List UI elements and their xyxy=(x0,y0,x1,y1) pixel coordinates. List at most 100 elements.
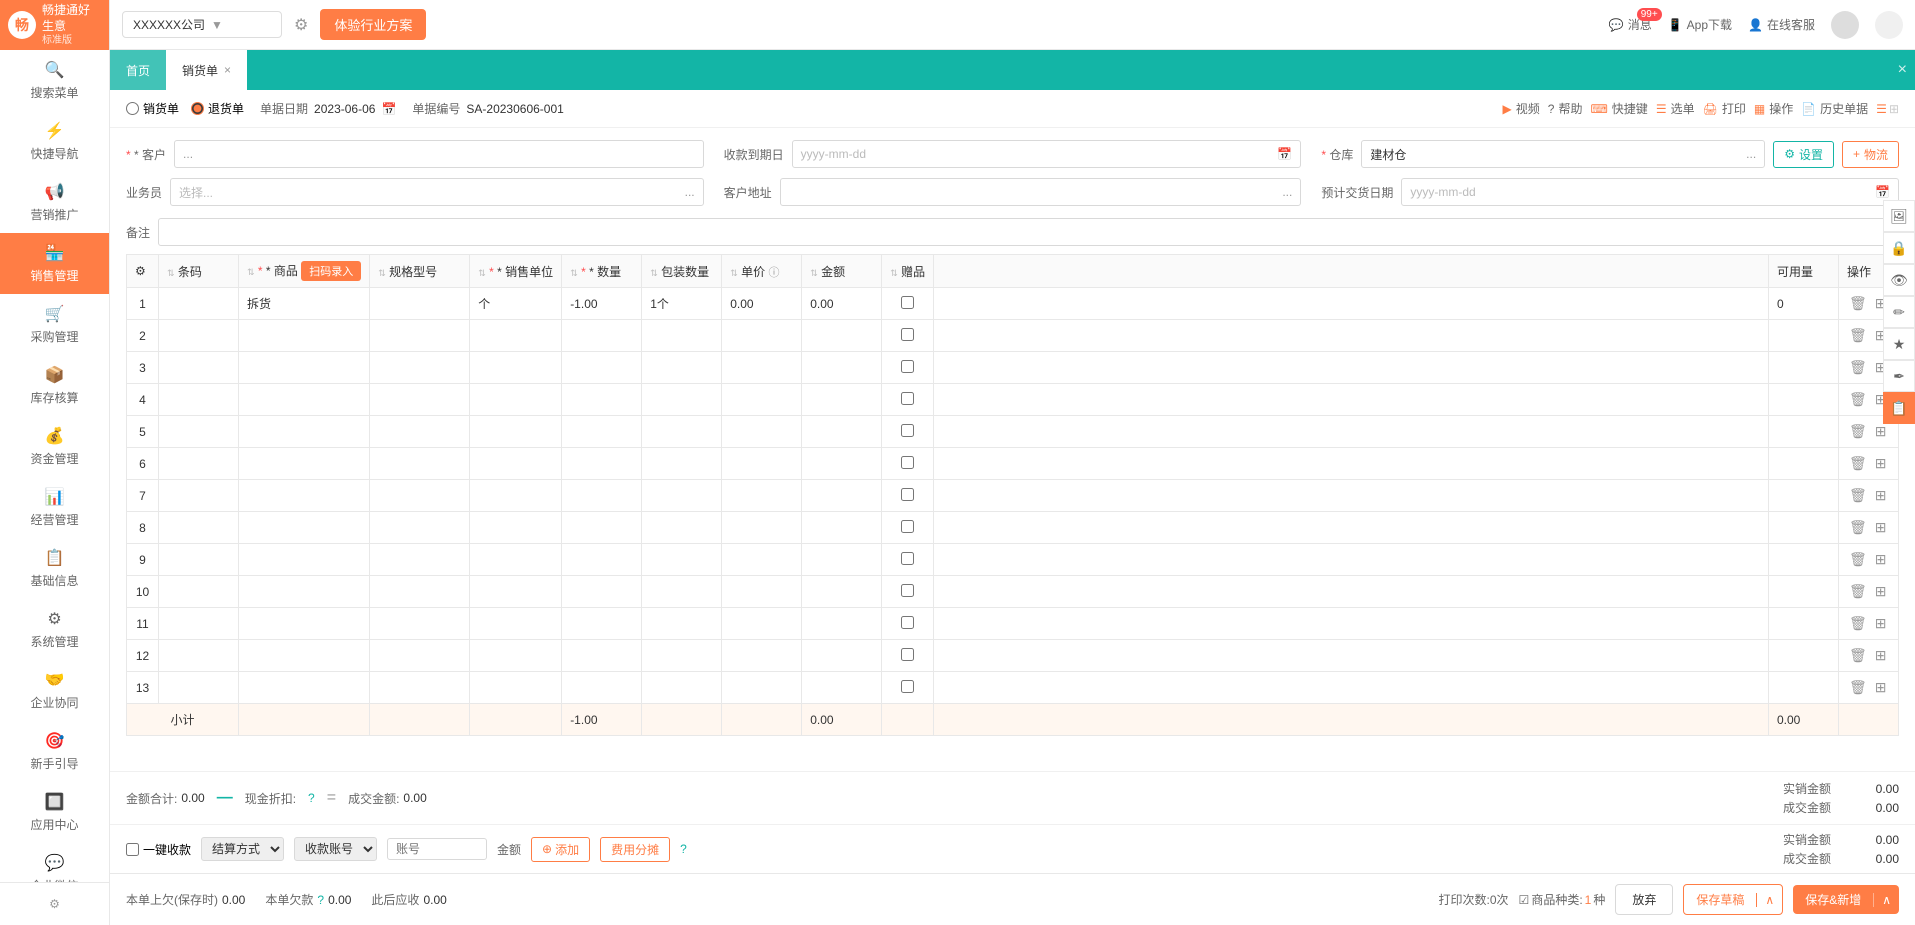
row-barcode[interactable] xyxy=(159,416,239,448)
row-barcode[interactable] xyxy=(159,480,239,512)
row-qty[interactable] xyxy=(562,448,642,480)
row-unit[interactable] xyxy=(470,480,562,512)
arrear-help-icon[interactable]: ? xyxy=(317,893,324,907)
list-view-icon[interactable]: ☰ xyxy=(1876,102,1887,116)
row-barcode[interactable] xyxy=(159,640,239,672)
expected-calendar-icon[interactable]: 📅 xyxy=(1875,185,1890,199)
message-btn[interactable]: 💬 消息 99+ xyxy=(1609,16,1652,33)
row-spec[interactable] xyxy=(370,384,470,416)
row-pkgqty[interactable] xyxy=(642,512,722,544)
sidebar-item-basic[interactable]: 📋 基础信息 xyxy=(0,538,109,599)
row-price[interactable] xyxy=(722,512,802,544)
row-spec[interactable] xyxy=(370,640,470,672)
row-pkgqty[interactable] xyxy=(642,384,722,416)
row-amount[interactable] xyxy=(802,672,882,704)
row-qty[interactable] xyxy=(562,576,642,608)
row-qty[interactable] xyxy=(562,544,642,576)
sidebar-item-collab[interactable]: 🤝 企业协同 xyxy=(0,660,109,721)
row-price[interactable] xyxy=(722,448,802,480)
tab-home[interactable]: 首页 xyxy=(110,50,166,90)
row-spec[interactable] xyxy=(370,288,470,320)
row-unit[interactable]: 个 xyxy=(470,288,562,320)
radio-sale[interactable]: 销货单 xyxy=(126,100,179,117)
row-qty[interactable] xyxy=(562,640,642,672)
row-amount[interactable]: 0.00 xyxy=(802,288,882,320)
payment-method-select[interactable]: 结算方式 xyxy=(201,837,284,861)
history-btn[interactable]: 📄 历史单据 xyxy=(1801,100,1868,117)
warehouse-input[interactable]: 建材仓 ... xyxy=(1361,140,1765,168)
topbar-gear-icon[interactable]: ⚙ xyxy=(290,11,312,39)
row-qty[interactable] xyxy=(562,672,642,704)
rf-lock-btn[interactable]: 🔒 xyxy=(1883,232,1915,264)
row-pkgqty[interactable] xyxy=(642,576,722,608)
save-new-arrow[interactable]: ∧ xyxy=(1873,893,1899,907)
row-spec[interactable] xyxy=(370,448,470,480)
operate-btn[interactable]: ▦ 操作 xyxy=(1754,100,1793,117)
row-gift[interactable] xyxy=(882,320,934,352)
row-pkgqty[interactable]: 1个 xyxy=(642,288,722,320)
delete-row-btn[interactable]: 🗑 xyxy=(1847,389,1869,410)
row-pkgqty[interactable] xyxy=(642,480,722,512)
row-price[interactable] xyxy=(722,320,802,352)
row-unit[interactable] xyxy=(470,384,562,416)
save-draft-btn[interactable]: 保存草稿 ∧ xyxy=(1683,884,1783,915)
abandon-btn[interactable]: 放弃 xyxy=(1615,884,1673,915)
row-amount[interactable] xyxy=(802,608,882,640)
print-btn[interactable]: 🖨 打印 xyxy=(1703,100,1746,117)
row-price[interactable] xyxy=(722,576,802,608)
delete-row-btn[interactable]: 🗑 xyxy=(1847,421,1869,442)
sidebar-item-guide[interactable]: 🎯 新手引导 xyxy=(0,721,109,782)
row-pkgqty[interactable] xyxy=(642,640,722,672)
row-pkgqty[interactable] xyxy=(642,416,722,448)
avatar2[interactable] xyxy=(1875,11,1903,39)
logistics-button[interactable]: + 物流 xyxy=(1842,141,1899,168)
row-product[interactable]: 拆货 xyxy=(239,288,370,320)
row-unit[interactable] xyxy=(470,448,562,480)
rf-edit-btn[interactable]: ✏ xyxy=(1883,296,1915,328)
row-product[interactable] xyxy=(239,672,370,704)
row-price[interactable]: 0.00 xyxy=(722,288,802,320)
row-qty[interactable] xyxy=(562,512,642,544)
row-qty[interactable] xyxy=(562,384,642,416)
row-barcode[interactable] xyxy=(159,576,239,608)
row-gift[interactable] xyxy=(882,352,934,384)
remark-input[interactable] xyxy=(158,218,1899,246)
delete-row-btn[interactable]: 🗑 xyxy=(1847,453,1869,474)
row-amount[interactable] xyxy=(802,576,882,608)
tab-sales-order[interactable]: 销货单 × xyxy=(166,50,247,90)
date-calendar-icon[interactable]: 📅 xyxy=(381,102,396,116)
row-barcode[interactable] xyxy=(159,544,239,576)
copy-row-btn[interactable]: ⊞ xyxy=(1873,485,1889,506)
trial-btn[interactable]: 体验行业方案 xyxy=(320,9,426,40)
save-draft-arrow[interactable]: ∧ xyxy=(1756,893,1782,907)
row-gift[interactable] xyxy=(882,416,934,448)
row-product[interactable] xyxy=(239,544,370,576)
row-amount[interactable] xyxy=(802,640,882,672)
copy-row-btn[interactable]: ⊞ xyxy=(1873,421,1889,442)
row-barcode[interactable] xyxy=(159,608,239,640)
copy-row-btn[interactable]: ⊞ xyxy=(1873,645,1889,666)
row-spec[interactable] xyxy=(370,672,470,704)
app-download-btn[interactable]: 📱 App下载 xyxy=(1668,16,1732,33)
price-info-icon[interactable]: ⓘ xyxy=(768,267,779,279)
copy-row-btn[interactable]: ⊞ xyxy=(1873,581,1889,602)
row-unit[interactable] xyxy=(470,672,562,704)
sidebar-settings-btn[interactable]: ⚙ xyxy=(0,891,109,917)
sidebar-item-sales[interactable]: 🏪 销售管理 xyxy=(0,233,109,294)
row-barcode[interactable] xyxy=(159,320,239,352)
row-spec[interactable] xyxy=(370,416,470,448)
row-product[interactable] xyxy=(239,384,370,416)
tab-close-icon[interactable]: × xyxy=(224,63,231,77)
row-spec[interactable] xyxy=(370,576,470,608)
row-gift[interactable] xyxy=(882,480,934,512)
copy-row-btn[interactable]: ⊞ xyxy=(1873,517,1889,538)
row-pkgqty[interactable] xyxy=(642,544,722,576)
th-gear[interactable]: ⚙ xyxy=(127,255,159,288)
select-btn[interactable]: ☰ 选单 xyxy=(1656,100,1695,117)
row-amount[interactable] xyxy=(802,384,882,416)
row-price[interactable] xyxy=(722,416,802,448)
row-unit[interactable] xyxy=(470,352,562,384)
row-amount[interactable] xyxy=(802,448,882,480)
row-spec[interactable] xyxy=(370,512,470,544)
copy-row-btn[interactable]: ⊞ xyxy=(1873,677,1889,698)
